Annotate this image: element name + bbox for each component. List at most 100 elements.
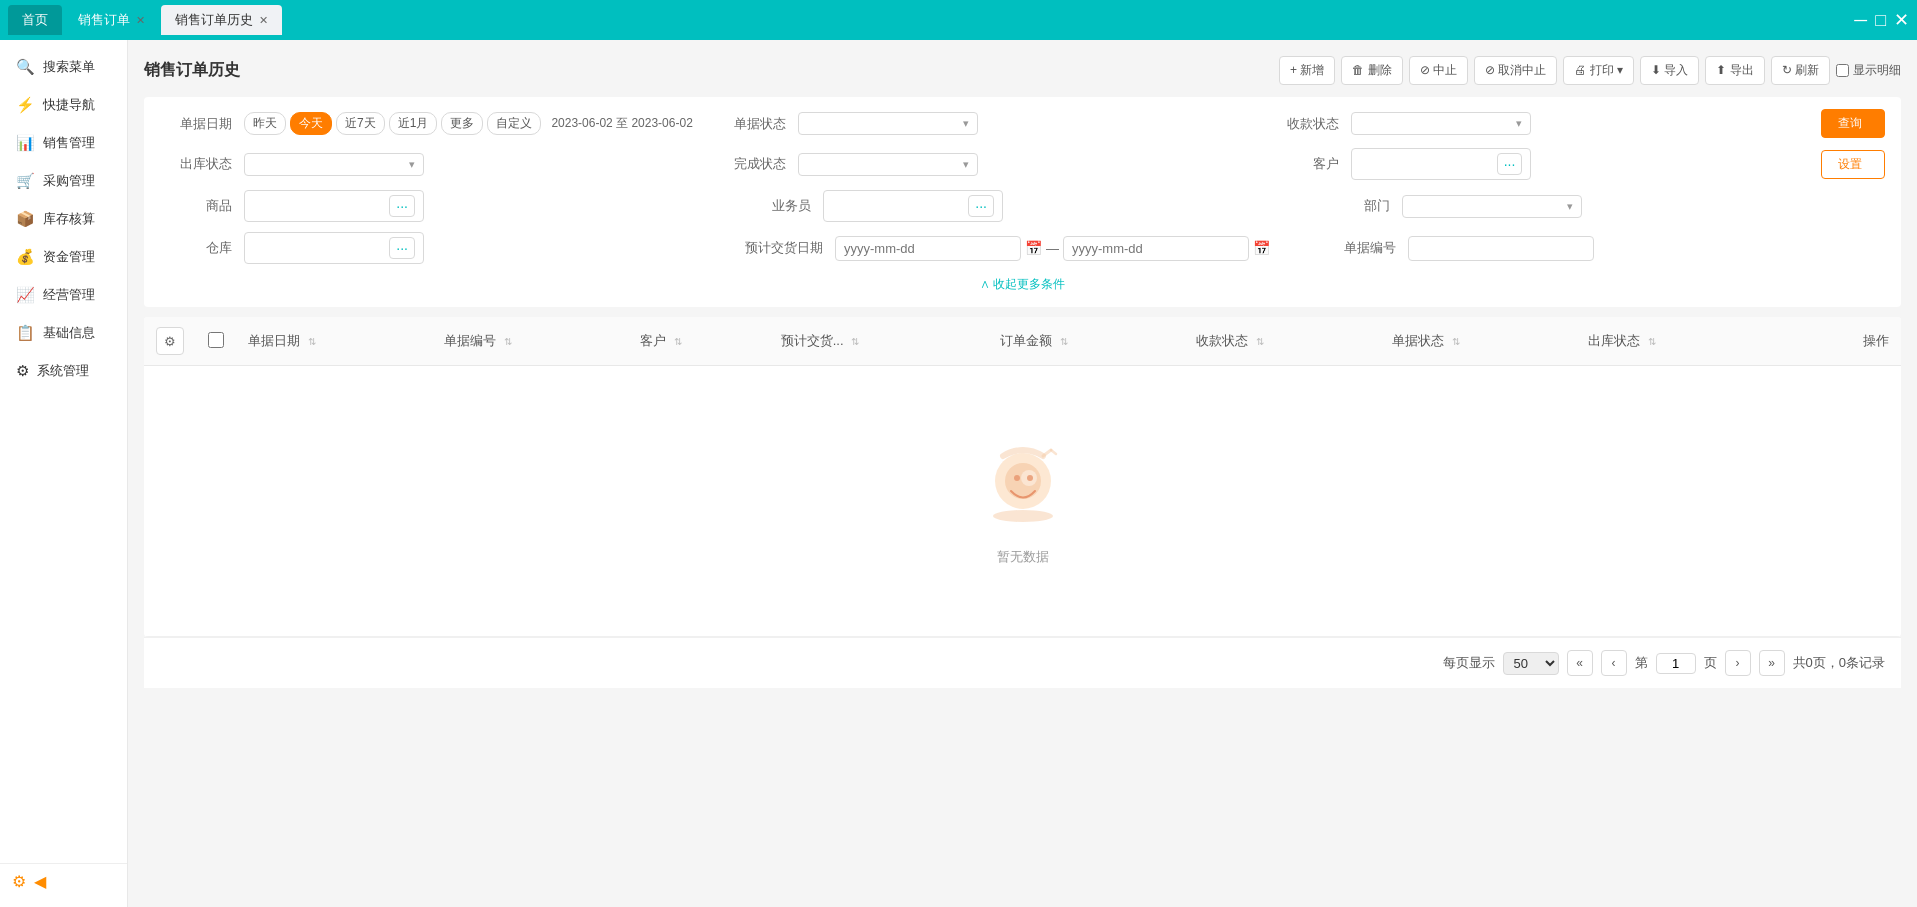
sidebar-item-purchase-mgmt[interactable]: 🛒 采购管理 <box>0 162 127 200</box>
sort-customer-icon: ⇅ <box>674 336 682 347</box>
query-button[interactable]: 查询 <box>1821 109 1885 138</box>
today-btn[interactable]: 今天 <box>290 112 332 135</box>
page-number-input[interactable] <box>1656 653 1696 674</box>
sort-expected-delivery-icon: ⇅ <box>851 336 859 347</box>
th-out-status[interactable]: 出库状态 ⇅ <box>1576 317 1772 366</box>
date-separator: — <box>1046 241 1059 256</box>
goods-ellipsis[interactable]: ··· <box>389 195 415 217</box>
main-layout: 🔍 搜索菜单 ⚡ 快捷导航 📊 销售管理 🛒 采购管理 📦 库存核算 💰 资金管… <box>0 40 1917 907</box>
customer-ellipsis[interactable]: ··· <box>1497 153 1523 175</box>
sidebar-item-purchase-mgmt-label: 采购管理 <box>43 172 95 190</box>
window-close-icon[interactable]: ✕ <box>1894 9 1909 31</box>
top-bar: 首页 销售订单 ✕ 销售订单历史 ✕ ─ □ ✕ <box>0 0 1917 40</box>
tab-sales-order[interactable]: 销售订单 ✕ <box>64 5 159 35</box>
collapse-row[interactable]: ∧ 收起更多条件 <box>160 274 1885 295</box>
import-button-label: ⬇ 导入 <box>1651 62 1688 79</box>
goods-select[interactable]: ··· <box>244 190 424 222</box>
th-order-amount[interactable]: 订单金额 ⇅ <box>988 317 1184 366</box>
bill-no-input[interactable] <box>1408 236 1594 261</box>
tab-sales-order-history-close[interactable]: ✕ <box>259 14 268 27</box>
per-page-select[interactable]: 10 20 50 100 <box>1503 652 1559 675</box>
yesterday-btn[interactable]: 昨天 <box>244 112 286 135</box>
sidebar-item-business-mgmt[interactable]: 📈 经营管理 <box>0 276 127 314</box>
next-page-btn[interactable]: › <box>1725 650 1751 676</box>
prev-page-btn[interactable]: ‹ <box>1601 650 1627 676</box>
dept-select[interactable]: ▾ <box>1402 195 1582 218</box>
per-page-label: 每页显示 <box>1443 654 1495 672</box>
display-cols-checkbox[interactable] <box>1836 64 1849 77</box>
first-page-btn[interactable]: « <box>1567 650 1593 676</box>
last-page-btn[interactable]: » <box>1759 650 1785 676</box>
more-btn[interactable]: 更多 <box>441 112 483 135</box>
th-bill-no[interactable]: 单据编号 ⇅ <box>432 317 628 366</box>
settings-button[interactable]: 设置 <box>1821 150 1885 179</box>
cancel-stop-button[interactable]: ⊘ 取消中止 <box>1474 56 1557 85</box>
bill-status-select[interactable]: ▾ <box>798 112 978 135</box>
refresh-button[interactable]: ↻ 刷新 <box>1771 56 1830 85</box>
sidebar-item-fund-mgmt[interactable]: 💰 资金管理 <box>0 238 127 276</box>
bill-status-label: 单据状态 <box>714 115 786 133</box>
sidebar-item-inventory-check[interactable]: 📦 库存核算 <box>0 200 127 238</box>
date-label: 单据日期 <box>160 115 232 133</box>
maximize-icon[interactable]: □ <box>1875 10 1886 31</box>
sidebar-collapse-icon[interactable]: ◀ <box>34 872 46 891</box>
salesperson-select[interactable]: ··· <box>823 190 1003 222</box>
add-button[interactable]: + 新增 <box>1279 56 1335 85</box>
salesperson-ellipsis[interactable]: ··· <box>968 195 994 217</box>
out-status-label: 出库状态 <box>160 155 232 173</box>
th-out-status-label: 出库状态 <box>1588 333 1640 348</box>
complete-status-select[interactable]: ▾ <box>798 153 978 176</box>
th-receipt-status[interactable]: 收款状态 ⇅ <box>1184 317 1380 366</box>
tab-sales-order-history-label: 销售订单历史 <box>175 11 253 29</box>
customer-select[interactable]: ··· <box>1351 148 1531 180</box>
export-button-label: ⬆ 导出 <box>1716 62 1753 79</box>
out-status-select[interactable]: ▾ <box>244 153 424 176</box>
print-button[interactable]: 🖨 打印 ▾ <box>1563 56 1634 85</box>
delete-button[interactable]: 🗑 删除 <box>1341 56 1402 85</box>
tab-sales-order-history[interactable]: 销售订单历史 ✕ <box>161 5 282 35</box>
delete-button-label: 🗑 删除 <box>1352 62 1391 79</box>
stop-button[interactable]: ⊘ 中止 <box>1409 56 1468 85</box>
last7-btn[interactable]: 近7天 <box>336 112 385 135</box>
tab-home[interactable]: 首页 <box>8 5 62 35</box>
data-table: ⚙ 单据日期 ⇅ 单据编号 ⇅ <box>144 317 1901 637</box>
import-button[interactable]: ⬇ 导入 <box>1640 56 1699 85</box>
calendar-to-icon[interactable]: 📅 <box>1253 240 1270 256</box>
custom-btn[interactable]: 自定义 <box>487 112 541 135</box>
warehouse-select[interactable]: ··· <box>244 232 424 264</box>
sidebar-item-sys-mgmt[interactable]: ⚙ 系统管理 <box>0 352 127 390</box>
warehouse-ellipsis[interactable]: ··· <box>389 237 415 259</box>
sidebar-item-quick-nav[interactable]: ⚡ 快捷导航 <box>0 86 127 124</box>
th-expected-delivery[interactable]: 预计交货... ⇅ <box>769 317 988 366</box>
sort-order-amount-icon: ⇅ <box>1060 336 1068 347</box>
tab-sales-order-close[interactable]: ✕ <box>136 14 145 27</box>
sidebar-item-basic-info[interactable]: 📋 基础信息 <box>0 314 127 352</box>
inventory-check-icon: 📦 <box>16 210 35 228</box>
expected-date-from-input[interactable] <box>835 236 1021 261</box>
th-customer[interactable]: 客户 ⇅ <box>628 317 768 366</box>
th-checkbox <box>196 317 236 366</box>
filter-row-3: 商品 ··· 业务员 ··· 部门 <box>160 190 1885 222</box>
last1m-btn[interactable]: 近1月 <box>389 112 438 135</box>
minimize-icon[interactable]: ─ <box>1854 10 1867 31</box>
receipt-status-select[interactable]: ▾ <box>1351 112 1531 135</box>
calendar-from-icon[interactable]: 📅 <box>1025 240 1042 256</box>
sidebar-item-inventory-check-label: 库存核算 <box>43 210 95 228</box>
warehouse-label: 仓库 <box>160 239 232 257</box>
display-cols-check[interactable]: 显示明细 <box>1836 62 1901 79</box>
sidebar-item-sales-mgmt[interactable]: 📊 销售管理 <box>0 124 127 162</box>
expected-date-to-input[interactable] <box>1063 236 1249 261</box>
table-wrap: ⚙ 单据日期 ⇅ 单据编号 ⇅ <box>144 317 1901 637</box>
th-bill-status[interactable]: 单据状态 ⇅ <box>1380 317 1576 366</box>
sidebar-item-search-menu[interactable]: 🔍 搜索菜单 <box>0 48 127 86</box>
customer-control: ··· <box>1351 148 1809 180</box>
select-all-checkbox[interactable] <box>208 332 224 348</box>
svg-point-0 <box>993 510 1053 522</box>
gear-button[interactable]: ⚙ <box>156 327 184 355</box>
export-button[interactable]: ⬆ 导出 <box>1705 56 1764 85</box>
complete-status-label: 完成状态 <box>714 155 786 173</box>
svg-point-5 <box>1027 475 1033 481</box>
sidebar-settings-icon[interactable]: ⚙ <box>12 872 26 891</box>
th-bill-date[interactable]: 单据日期 ⇅ <box>236 317 432 366</box>
th-action-label: 操作 <box>1863 333 1889 348</box>
